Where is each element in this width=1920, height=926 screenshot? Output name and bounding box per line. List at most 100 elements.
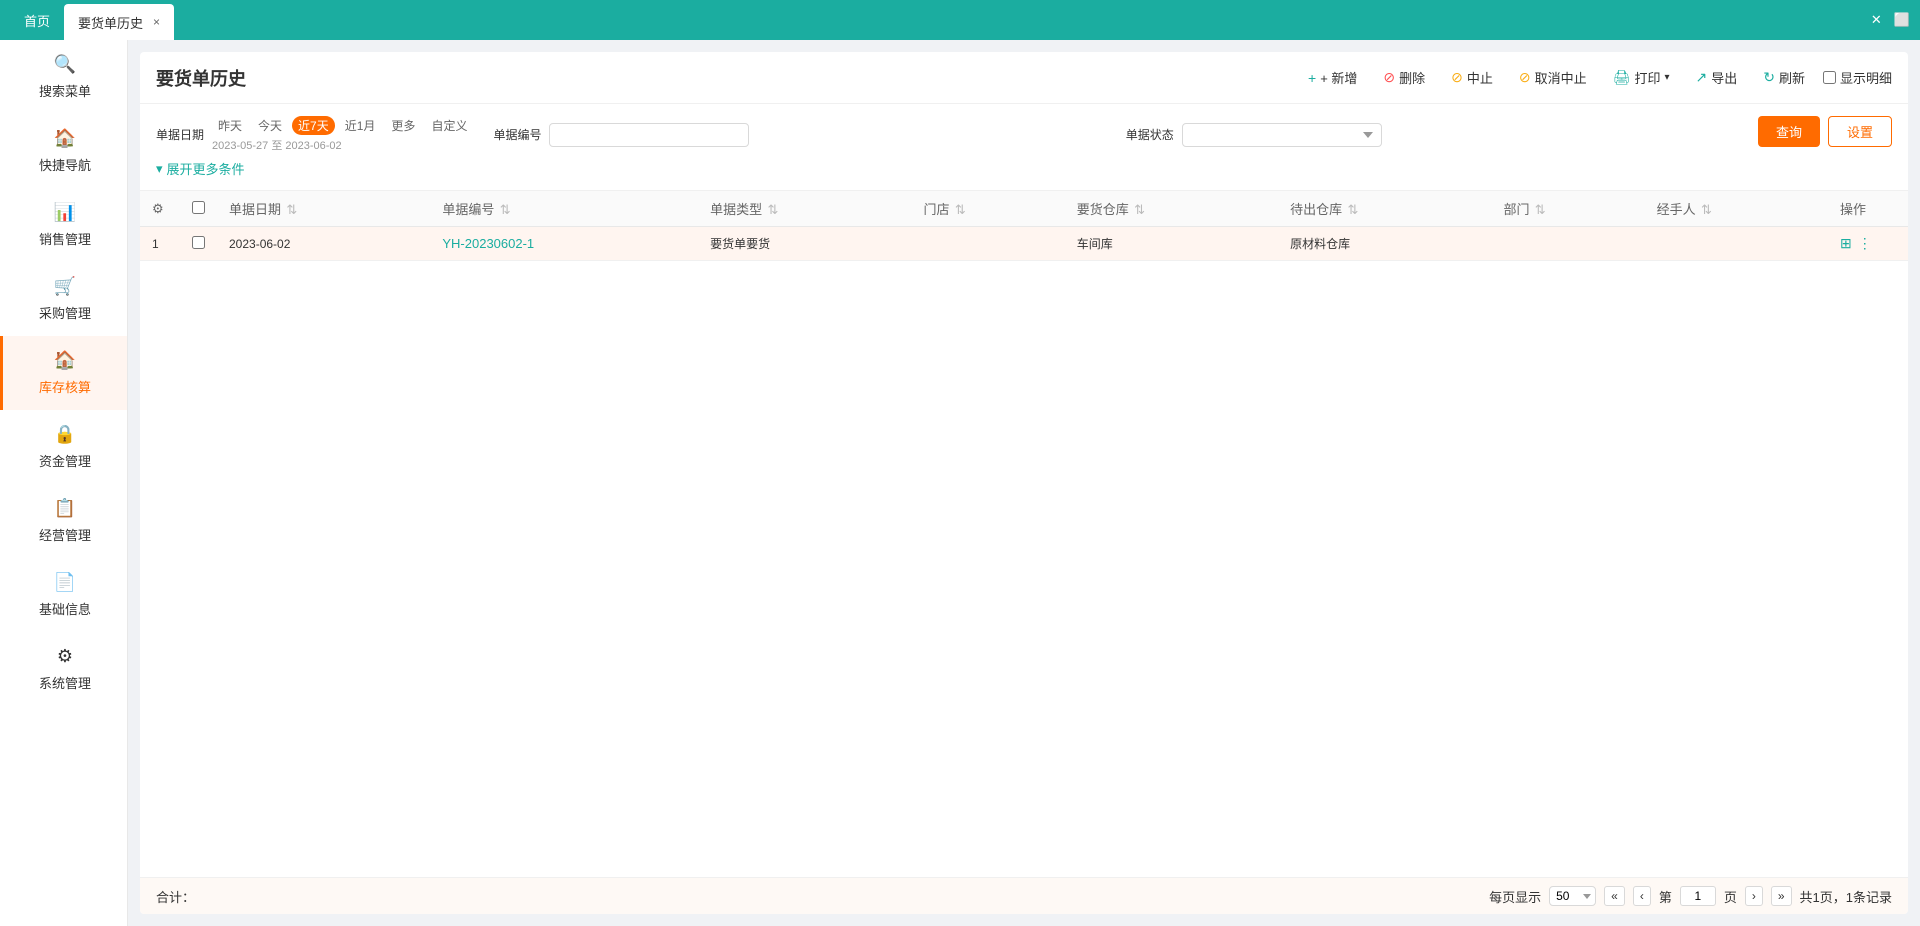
show-detail-label: 显示明细 xyxy=(1840,68,1892,87)
td-action: ⊞ ⋮ xyxy=(1828,227,1908,261)
shortcut-custom[interactable]: 自定义 xyxy=(425,116,473,135)
export-icon: ↗ xyxy=(1695,69,1707,86)
filter-row-1: 单据日期 昨天 今天 近7天 近1月 更多 自定义 2023-05-27 至 2… xyxy=(156,116,1892,153)
query-button[interactable]: 查询 xyxy=(1758,116,1820,147)
td-checkbox xyxy=(180,227,217,261)
date-shortcuts: 昨天 今天 近7天 近1月 更多 自定义 2023-05-27 至 2023-0… xyxy=(212,116,473,153)
new-icon: + xyxy=(1308,70,1316,86)
stop-icon: ⊘ xyxy=(1451,69,1463,86)
window-resize-icon[interactable]: ⬜ xyxy=(1894,12,1910,28)
td-department xyxy=(1491,227,1644,261)
th-date-label: 单据日期 xyxy=(229,202,281,217)
th-number: 单据编号 ⇅ xyxy=(430,191,698,227)
refresh-button[interactable]: ↻ 刷新 xyxy=(1755,64,1813,91)
th-req-warehouse-label: 要货仓库 xyxy=(1077,202,1129,217)
sidebar-item-search-menu[interactable]: 🔍 搜索菜单 xyxy=(0,40,127,114)
main-layout: 🔍 搜索菜单 🏠 快捷导航 📊 销售管理 🛒 采购管理 🏠 库存核算 🔒 资金管… xyxy=(0,40,1920,926)
row-number-link[interactable]: YH-20230602-1 xyxy=(442,236,534,251)
handler-sort-icon[interactable]: ⇅ xyxy=(1701,202,1712,217)
toolbar: + + 新增 ⊘ 删除 ⊘ 中止 ⊘ 取消中止 xyxy=(1300,64,1892,91)
shortcut-today[interactable]: 今天 xyxy=(252,116,288,135)
row-action-container: ⊞ ⋮ xyxy=(1840,235,1896,252)
row-checkbox[interactable] xyxy=(192,236,205,249)
table-footer: 合计： 每页显示 10 20 50 100 « ‹ 第 页 › » xyxy=(140,877,1908,914)
finance-icon: 🔒 xyxy=(54,424,76,445)
th-pending-warehouse-label: 待出仓库 xyxy=(1290,202,1342,217)
page-title: 要货单历史 xyxy=(156,65,246,91)
pending-warehouse-sort-icon[interactable]: ⇅ xyxy=(1347,202,1358,217)
settings-button[interactable]: 设置 xyxy=(1828,116,1892,147)
table-row: 1 2023-06-02 YH-20230602-1 要货单要货 车间库 xyxy=(140,227,1908,261)
th-type: 单据类型 ⇅ xyxy=(698,191,911,227)
type-sort-icon[interactable]: ⇅ xyxy=(767,202,778,217)
tab-close-icon[interactable]: × xyxy=(153,15,160,29)
th-action-label: 操作 xyxy=(1840,202,1866,217)
tab-requisition-history[interactable]: 要货单历史 × xyxy=(64,4,174,40)
sidebar-item-basic-info[interactable]: 📄 基础信息 xyxy=(0,558,127,632)
page-size-select[interactable]: 10 20 50 100 xyxy=(1549,886,1596,906)
new-button[interactable]: + + 新增 xyxy=(1300,64,1365,91)
next-page-button[interactable]: › xyxy=(1745,886,1763,906)
date-range-display: 2023-05-27 至 2023-06-02 xyxy=(212,137,473,153)
export-button[interactable]: ↗ 导出 xyxy=(1687,64,1745,91)
shortcut-yesterday[interactable]: 昨天 xyxy=(212,116,248,135)
cancel-stop-button[interactable]: ⊘ 取消中止 xyxy=(1511,64,1595,91)
expand-more[interactable]: ▾ 展开更多条件 xyxy=(156,159,1892,178)
store-sort-icon[interactable]: ⇅ xyxy=(955,202,966,217)
sidebar-item-sales[interactable]: 📊 销售管理 xyxy=(0,188,127,262)
sum-label: 合计： xyxy=(156,887,195,906)
page-input[interactable] xyxy=(1680,886,1716,906)
stop-button[interactable]: ⊘ 中止 xyxy=(1443,64,1501,91)
print-button[interactable]: 🖨 打印 ▾ xyxy=(1605,64,1678,91)
sidebar-item-quick-nav-label: 快捷导航 xyxy=(39,155,91,174)
filter-area: 单据日期 昨天 今天 近7天 近1月 更多 自定义 2023-05-27 至 2… xyxy=(140,104,1908,191)
th-pending-warehouse: 待出仓库 ⇅ xyxy=(1278,191,1491,227)
shortcut-more[interactable]: 更多 xyxy=(385,116,421,135)
quick-nav-icon: 🏠 xyxy=(54,128,76,149)
sidebar-item-system[interactable]: ⚙ 系统管理 xyxy=(0,632,127,706)
filter-buttons: 查询 设置 xyxy=(1758,116,1892,147)
first-page-button[interactable]: « xyxy=(1604,886,1625,906)
sidebar-item-purchase[interactable]: 🛒 采购管理 xyxy=(0,262,127,336)
status-select[interactable] xyxy=(1182,123,1382,147)
prev-page-button[interactable]: ‹ xyxy=(1633,886,1651,906)
select-all-checkbox[interactable] xyxy=(192,201,205,214)
sidebar-item-finance[interactable]: 🔒 资金管理 xyxy=(0,410,127,484)
row-more-button[interactable]: ⋮ xyxy=(1858,235,1872,252)
order-no-filter: 单据编号 xyxy=(493,123,749,147)
req-warehouse-sort-icon[interactable]: ⇅ xyxy=(1134,202,1145,217)
basic-info-icon: 📄 xyxy=(54,572,76,593)
th-settings[interactable]: ⚙ xyxy=(140,191,180,227)
th-number-label: 单据编号 xyxy=(442,202,494,217)
shortcut-7days[interactable]: 近7天 xyxy=(292,116,335,135)
last-page-button[interactable]: » xyxy=(1771,886,1792,906)
content: 要货单历史 + + 新增 ⊘ 删除 ⊘ 中止 ⊘ xyxy=(128,40,1920,926)
window-close-icon[interactable]: ✕ xyxy=(1871,12,1882,28)
sidebar-item-inventory[interactable]: 🏠 库存核算 xyxy=(0,336,127,410)
sidebar-item-finance-label: 资金管理 xyxy=(39,451,91,470)
shortcut-1month[interactable]: 近1月 xyxy=(339,116,382,135)
table-header-row: ⚙ 单据日期 ⇅ 单据编号 ⇅ xyxy=(140,191,1908,227)
number-sort-icon[interactable]: ⇅ xyxy=(500,202,511,217)
sidebar-item-operations[interactable]: 📋 经营管理 xyxy=(0,484,127,558)
table-settings-icon[interactable]: ⚙ xyxy=(152,201,164,216)
row-view-button[interactable]: ⊞ xyxy=(1840,235,1852,252)
tab-home[interactable]: 首页 xyxy=(10,0,64,40)
sidebar-item-system-label: 系统管理 xyxy=(39,673,91,692)
order-no-input[interactable] xyxy=(549,123,749,147)
show-detail-checkbox[interactable] xyxy=(1823,71,1836,84)
th-date: 单据日期 ⇅ xyxy=(217,191,430,227)
td-date: 2023-06-02 xyxy=(217,227,430,261)
order-no-label: 单据编号 xyxy=(493,126,541,143)
page-size-label: 每页显示 xyxy=(1489,887,1541,906)
delete-button[interactable]: ⊘ 删除 xyxy=(1375,64,1433,91)
sidebar-item-quick-nav[interactable]: 🏠 快捷导航 xyxy=(0,114,127,188)
td-handler xyxy=(1645,227,1828,261)
sidebar: 🔍 搜索菜单 🏠 快捷导航 📊 销售管理 🛒 采购管理 🏠 库存核算 🔒 资金管… xyxy=(0,40,128,926)
td-req-warehouse: 车间库 xyxy=(1065,227,1278,261)
show-detail-checkbox-container[interactable]: 显示明细 xyxy=(1823,68,1892,87)
date-sort-icon[interactable]: ⇅ xyxy=(286,202,297,217)
td-pending-warehouse: 原材料仓库 xyxy=(1278,227,1491,261)
expand-label: 展开更多条件 xyxy=(167,159,245,178)
department-sort-icon[interactable]: ⇅ xyxy=(1535,202,1546,217)
